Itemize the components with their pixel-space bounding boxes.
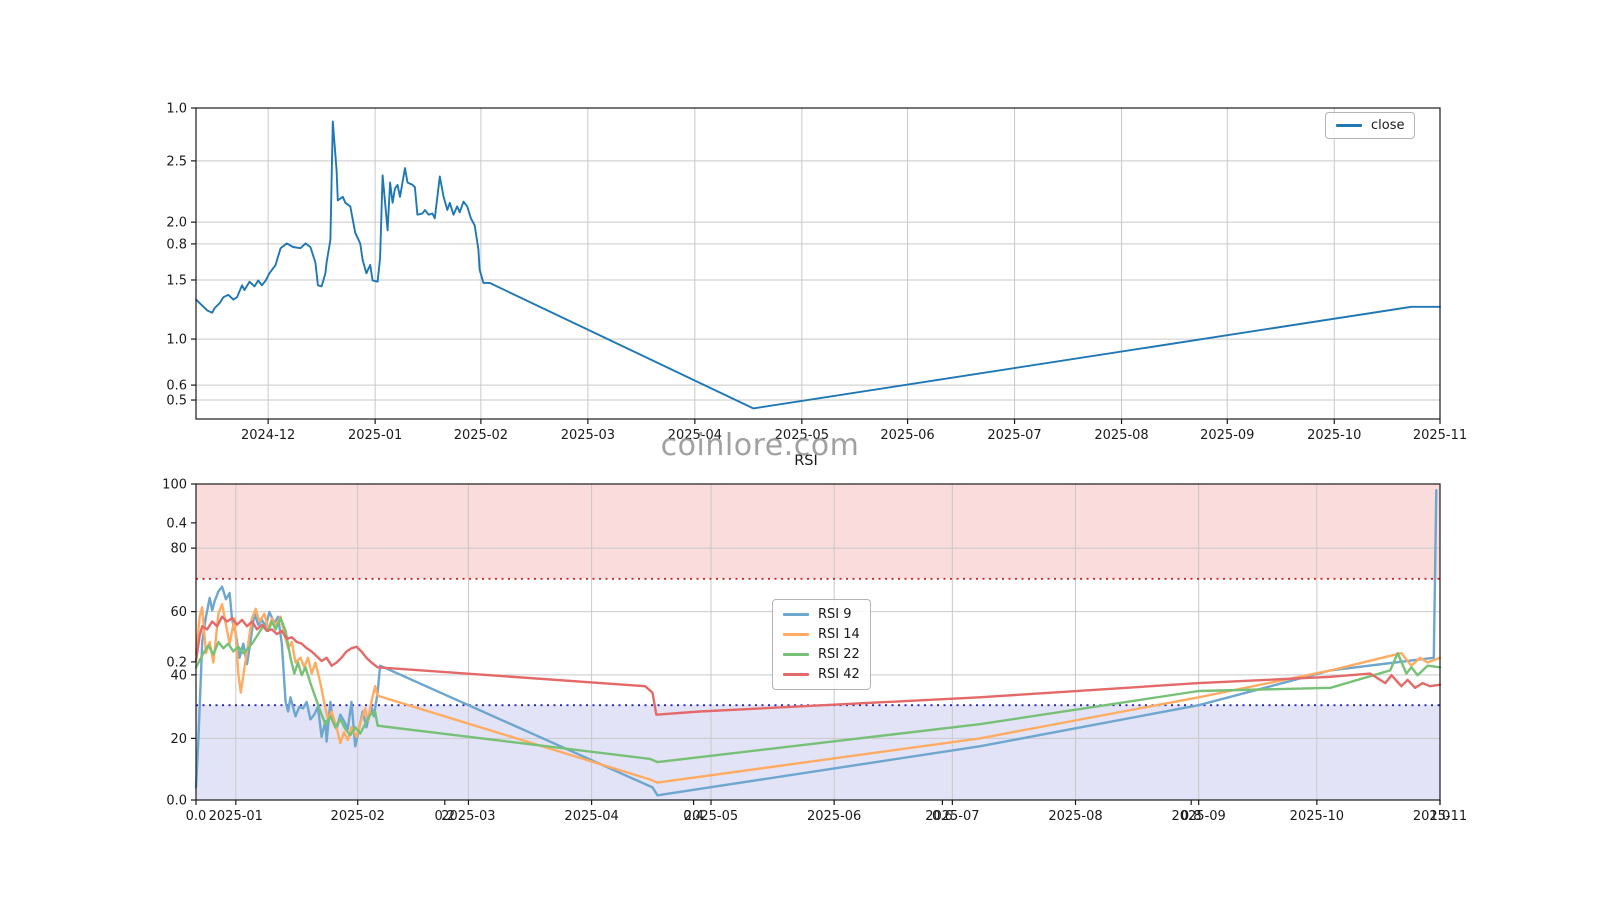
y-tick-label: 0.6: [166, 379, 187, 394]
x-tick-label: 2025-01: [348, 428, 402, 443]
y-tick-label: 40: [170, 668, 187, 683]
x-tick-label: 2025-07: [987, 428, 1041, 443]
rsi-panel-title: RSI: [794, 453, 818, 469]
y-tick-label: 20: [170, 732, 187, 747]
legend-item: RSI 14: [783, 625, 860, 645]
rsi-band: [196, 705, 1440, 800]
close-legend: close: [1325, 112, 1416, 139]
x-tick-label: 2025-10: [1307, 428, 1361, 443]
legend-item-label: RSI 9: [818, 607, 852, 622]
y-tick-label: 80: [170, 542, 187, 557]
y-tick-label: 60: [170, 605, 187, 620]
y-tick-label: 2.5: [166, 154, 187, 169]
x-tick-label: 2025-03: [561, 428, 615, 443]
close-legend-label: close: [1371, 118, 1405, 133]
legend-item: close: [1336, 117, 1404, 134]
rsi-legend: RSI 9 RSI 14 RSI 22 RSI 42: [772, 599, 871, 690]
legend-swatch: [783, 633, 809, 636]
y-tick-label: 1.0: [166, 333, 187, 348]
x-tick-label: 2025-10: [1290, 809, 1344, 824]
y-tick-label: 0.0: [166, 794, 187, 809]
x-tick-label: 2025-09: [1171, 809, 1225, 824]
x-tick-label: 2025-08: [1094, 428, 1148, 443]
rsi-band: [196, 484, 1440, 579]
x-tick-label: 2025-06: [807, 809, 861, 824]
x-tick-label: 2025-07: [925, 809, 979, 824]
x-tick-label: 2025-11: [1413, 809, 1467, 824]
y-tick-label: 100: [162, 478, 187, 493]
chart-canvas: 1.0 2.5 2.0 0.8 1.5 1.0 0.6 0.5 2024-12 2025-01 20…: [0, 0, 1600, 900]
plot-frame: [195, 107, 1441, 420]
y-tick-label: 0.8: [166, 237, 187, 252]
x-tick-label: 2025-02: [454, 428, 508, 443]
legend-swatch: [783, 673, 809, 676]
x-tick-label: 2025-03: [441, 809, 495, 824]
legend-item: RSI 9: [783, 605, 860, 625]
legend-item: RSI 22: [783, 645, 860, 665]
legend-item-label: RSI 14: [818, 627, 860, 642]
x-tick-label: 2025-08: [1048, 809, 1102, 824]
legend-swatch: [783, 613, 809, 616]
legend-item-label: RSI 22: [818, 647, 860, 662]
legend-item: RSI 42: [783, 665, 860, 685]
x-tick-label: 2025-05: [684, 809, 738, 824]
x-tick-label: 2025-11: [1413, 428, 1467, 443]
y-tick-label: 1.5: [166, 273, 187, 288]
y-tick-label: 0.5: [166, 394, 187, 409]
close-line-swatch: [1336, 124, 1362, 127]
legend-swatch: [783, 653, 809, 656]
x-tick-label: 2025-01: [209, 809, 263, 824]
close-line: [195, 120, 1441, 410]
x-tick-label: 2025-02: [331, 809, 385, 824]
y-tick-label: 0.4: [166, 516, 187, 531]
x-tick-label: 0.0: [186, 809, 207, 824]
watermark: coinlore.com: [660, 428, 860, 463]
x-tick-label: 2024-12: [241, 428, 295, 443]
y-tick-label: 1.0: [166, 102, 187, 117]
y-tick-label: 2.0: [166, 216, 187, 231]
x-tick-label: 2025-04: [564, 809, 618, 824]
x-tick-label: 2025-09: [1200, 428, 1254, 443]
x-tick-label: 2025-06: [880, 428, 934, 443]
legend-item-label: RSI 42: [818, 667, 860, 682]
